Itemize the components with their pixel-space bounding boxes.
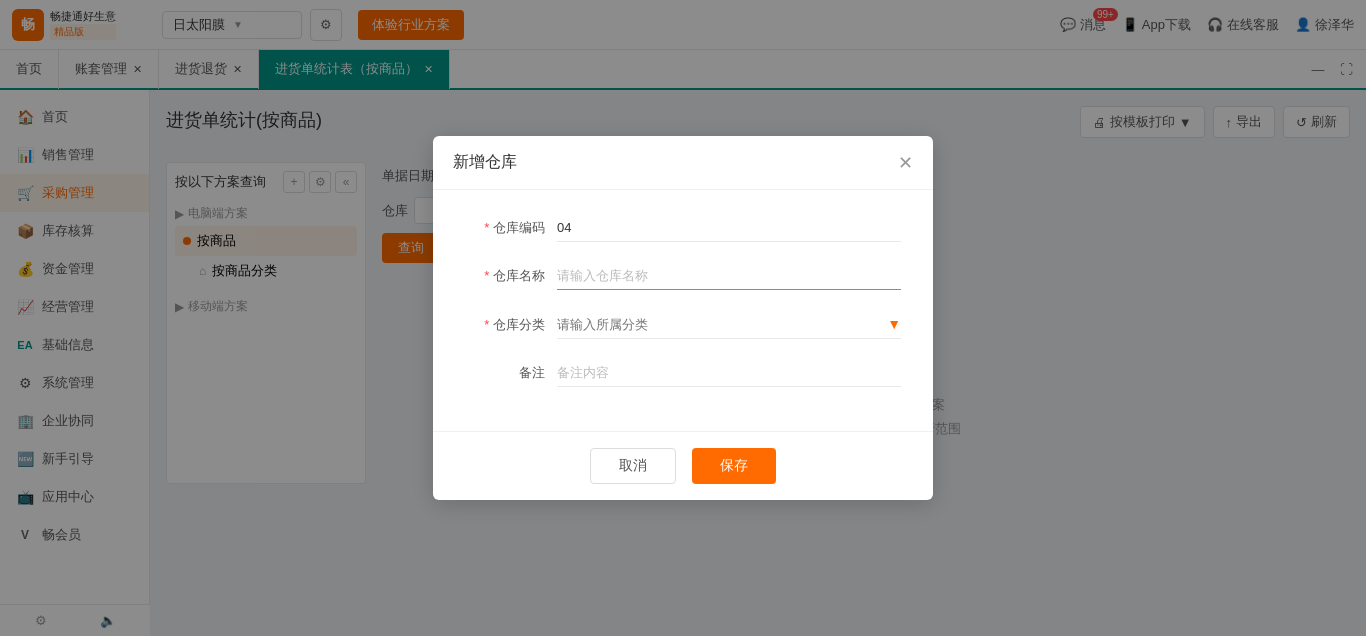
category-label: 仓库分类	[465, 316, 545, 334]
modal-overlay[interactable]: 新增仓库 ✕ 仓库编码 仓库名称 仓库分类	[0, 0, 1366, 636]
category-arrow-icon[interactable]: ▼	[887, 316, 901, 332]
code-label: 仓库编码	[465, 219, 545, 237]
name-input[interactable]	[557, 262, 901, 290]
form-row-category: 仓库分类 ▼	[465, 310, 901, 339]
note-input[interactable]	[557, 359, 901, 387]
category-select-input[interactable]	[557, 317, 887, 332]
modal-close-button[interactable]: ✕	[898, 154, 913, 172]
note-label: 备注	[465, 364, 545, 382]
form-row-code: 仓库编码	[465, 214, 901, 242]
save-button[interactable]: 保存	[692, 448, 776, 484]
modal-header: 新增仓库 ✕	[433, 136, 933, 190]
name-label: 仓库名称	[465, 267, 545, 285]
cancel-button[interactable]: 取消	[590, 448, 676, 484]
form-row-name: 仓库名称	[465, 262, 901, 290]
code-input[interactable]	[557, 214, 901, 242]
modal-body: 仓库编码 仓库名称 仓库分类 ▼	[433, 190, 933, 431]
modal-title: 新增仓库	[453, 152, 517, 173]
modal-footer: 取消 保存	[433, 431, 933, 500]
form-row-note: 备注	[465, 359, 901, 387]
category-select-wrap: ▼	[557, 310, 901, 339]
new-warehouse-modal: 新增仓库 ✕ 仓库编码 仓库名称 仓库分类	[433, 136, 933, 500]
